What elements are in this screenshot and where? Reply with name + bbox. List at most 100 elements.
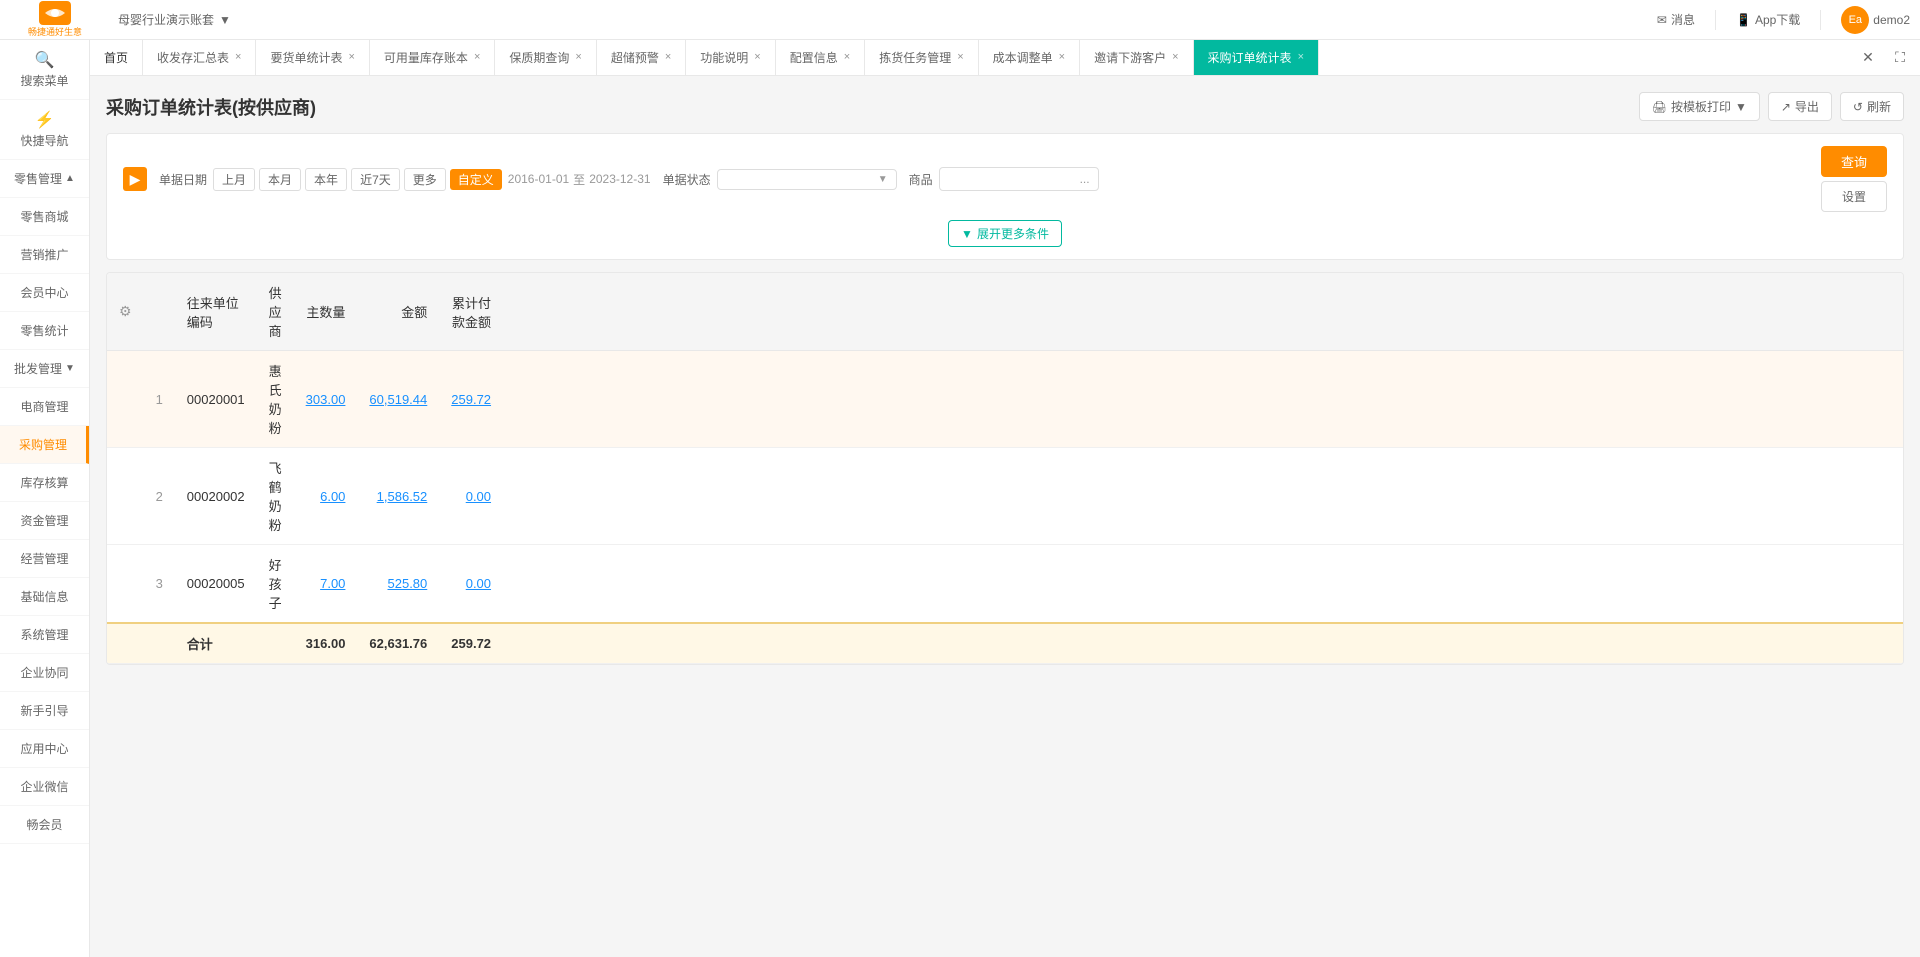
sidebar-item-wechat[interactable]: 企业微信 — [0, 768, 89, 806]
sidebar-item-system[interactable]: 系统管理 — [0, 616, 89, 654]
tab-available-stock-close[interactable]: × — [474, 52, 480, 63]
sidebar-item-stock[interactable]: 库存核算 — [0, 464, 89, 502]
table-row[interactable]: 3 00020005 好孩子 7.00 525.80 0.00 — [107, 545, 1903, 624]
tab-pick-task-label: 拣货任务管理 — [879, 49, 951, 66]
tab-invite-close[interactable]: × — [1172, 52, 1178, 63]
row2-supplier: 飞鹤奶粉 — [257, 448, 294, 545]
sidebar-quicknav-label: 快捷导航 — [20, 134, 68, 148]
tab-requisition[interactable]: 要货单统计表 × — [256, 40, 369, 76]
page-header: 采购订单统计表(按供应商) 🖨 按模板打印 ▼ ↗ 导出 ↺ — [106, 92, 1904, 121]
col-num-header — [144, 273, 175, 351]
export-label: 导出 — [1795, 98, 1819, 115]
tab-overstock-label: 超储预警 — [611, 49, 659, 66]
user-area[interactable]: Ea demo2 — [1841, 6, 1910, 34]
goods-input[interactable]: ... — [939, 167, 1099, 191]
workspace-selector[interactable]: 母婴行业演示账套 ▼ — [110, 7, 239, 32]
sidebar: 🔍 搜索菜单 ⚡ 快捷导航 零售管理 ▲ 零售商城 营销推广 会员中心 — [0, 40, 90, 957]
tab-cost-adjust[interactable]: 成本调整单 × — [979, 40, 1080, 76]
sidebar-item-basic[interactable]: 基础信息 — [0, 578, 89, 616]
finance-label: 资金管理 — [20, 514, 68, 528]
maximize-button[interactable]: ⛶ — [1888, 46, 1912, 70]
tab-expiry[interactable]: 保质期查询 × — [495, 40, 596, 76]
enterprise-label: 企业协同 — [20, 666, 68, 680]
sidebar-item-ecommerce[interactable]: 电商管理 — [0, 388, 89, 426]
row2-paid: 0.00 — [439, 448, 503, 545]
tab-requisition-close[interactable]: × — [348, 52, 354, 63]
tab-collect-close[interactable]: × — [235, 52, 241, 63]
expand-conditions-button[interactable]: ▼ 展开更多条件 — [948, 220, 1062, 247]
date-range-input: 2016-01-01 至 2023-12-31 — [508, 171, 651, 188]
sidebar-item-search[interactable]: 🔍 搜索菜单 — [0, 40, 89, 100]
tab-purchase-stat[interactable]: 采购订单统计表 × — [1194, 40, 1319, 76]
tab-pick-task-close[interactable]: × — [957, 52, 963, 63]
tab-available-stock[interactable]: 可用量库存账本 × — [370, 40, 495, 76]
date-btn-this-year[interactable]: 本年 — [305, 168, 347, 191]
row3-extra — [503, 545, 1903, 624]
filter-toggle-button[interactable]: ▶ — [123, 167, 147, 191]
sidebar-item-wholesale[interactable]: 批发管理 ▼ — [0, 350, 89, 388]
row3-num: 3 — [144, 545, 175, 624]
sidebar-item-retail-stat[interactable]: 零售统计 — [0, 312, 89, 350]
tab-config[interactable]: 配置信息 × — [776, 40, 865, 76]
tab-expiry-close[interactable]: × — [575, 52, 581, 63]
member-label: 畅会员 — [26, 818, 62, 832]
app-download-label: App下载 — [1755, 11, 1800, 28]
export-button[interactable]: ↗ 导出 — [1768, 92, 1832, 121]
col-supplier-code-header: 往来单位编码 — [175, 273, 257, 351]
tab-overstock[interactable]: 超储预警 × — [597, 40, 686, 76]
footer-extra — [503, 623, 1903, 664]
sidebar-item-marketing[interactable]: 营销推广 — [0, 236, 89, 274]
sidebar-item-newbie[interactable]: 新手引导 — [0, 692, 89, 730]
print-label: 按模板打印 — [1671, 98, 1731, 115]
date-btn-last-month[interactable]: 上月 — [213, 168, 255, 191]
tab-available-stock-label: 可用量库存账本 — [384, 49, 468, 66]
sidebar-item-purchase[interactable]: 采购管理 — [0, 426, 89, 464]
sidebar-item-operations[interactable]: 经营管理 — [0, 540, 89, 578]
tab-home[interactable]: 首页 — [90, 40, 143, 76]
date-btn-more[interactable]: 更多 — [404, 168, 446, 191]
table-row[interactable]: 2 00020002 飞鹤奶粉 6.00 1,586.52 0.00 — [107, 448, 1903, 545]
settings-button[interactable]: 设置 — [1821, 181, 1887, 212]
status-select[interactable]: ▼ — [717, 169, 897, 190]
user-avatar: Ea — [1841, 6, 1869, 34]
refresh-label: 刷新 — [1867, 98, 1891, 115]
tab-cost-adjust-close[interactable]: × — [1059, 52, 1065, 63]
workspace-arrow-icon: ▼ — [219, 13, 231, 27]
tab-overstock-close[interactable]: × — [665, 52, 671, 63]
date-btn-this-month[interactable]: 本月 — [259, 168, 301, 191]
table-row[interactable]: 1 00020001 惠氏奶粉 303.00 60,519.44 259.72 — [107, 351, 1903, 448]
tab-purchase-stat-close[interactable]: × — [1298, 52, 1304, 63]
marketing-label: 营销推广 — [20, 248, 68, 262]
tab-pick-task[interactable]: 拣货任务管理 × — [865, 40, 978, 76]
tab-function-desc[interactable]: 功能说明 × — [686, 40, 775, 76]
tab-invite-label: 邀请下游客户 — [1094, 49, 1166, 66]
sidebar-item-quicknav[interactable]: ⚡ 快捷导航 — [0, 100, 89, 160]
sidebar-item-member[interactable]: 畅会员 — [0, 806, 89, 844]
date-btn-7days[interactable]: 近7天 — [351, 168, 400, 191]
sidebar-item-appcenter[interactable]: 应用中心 — [0, 730, 89, 768]
custom-date-tag[interactable]: 自定义 — [450, 169, 502, 190]
logo-area: 畅捷通好生意 — [10, 1, 100, 38]
quicknav-icon: ⚡ — [5, 110, 84, 130]
expand-row: ▼ 展开更多条件 — [123, 220, 1887, 247]
app-download-button[interactable]: 📱 App下载 — [1736, 11, 1800, 28]
appcenter-label: 应用中心 — [20, 742, 68, 756]
close-tab-button[interactable]: ✕ — [1856, 46, 1880, 70]
query-button[interactable]: 查询 — [1821, 146, 1887, 177]
row1-num: 1 — [144, 351, 175, 448]
sidebar-item-members[interactable]: 会员中心 — [0, 274, 89, 312]
refresh-icon: ↺ — [1853, 100, 1863, 114]
tab-invite[interactable]: 邀请下游客户 × — [1080, 40, 1193, 76]
refresh-button[interactable]: ↺ 刷新 — [1840, 92, 1904, 121]
sidebar-item-retail-shop[interactable]: 零售商城 — [0, 198, 89, 236]
tab-config-close[interactable]: × — [844, 52, 850, 63]
print-button[interactable]: 🖨 按模板打印 ▼ — [1639, 92, 1760, 121]
message-button[interactable]: ✉ 消息 — [1657, 11, 1695, 28]
tab-function-desc-close[interactable]: × — [754, 52, 760, 63]
sidebar-item-retail[interactable]: 零售管理 ▲ — [0, 160, 89, 198]
sidebar-item-enterprise[interactable]: 企业协同 — [0, 654, 89, 692]
tab-collect[interactable]: 收发存汇总表 × — [143, 40, 256, 76]
sidebar-item-finance[interactable]: 资金管理 — [0, 502, 89, 540]
row2-extra — [503, 448, 1903, 545]
col-settings-icon[interactable]: ⚙ — [119, 303, 132, 319]
